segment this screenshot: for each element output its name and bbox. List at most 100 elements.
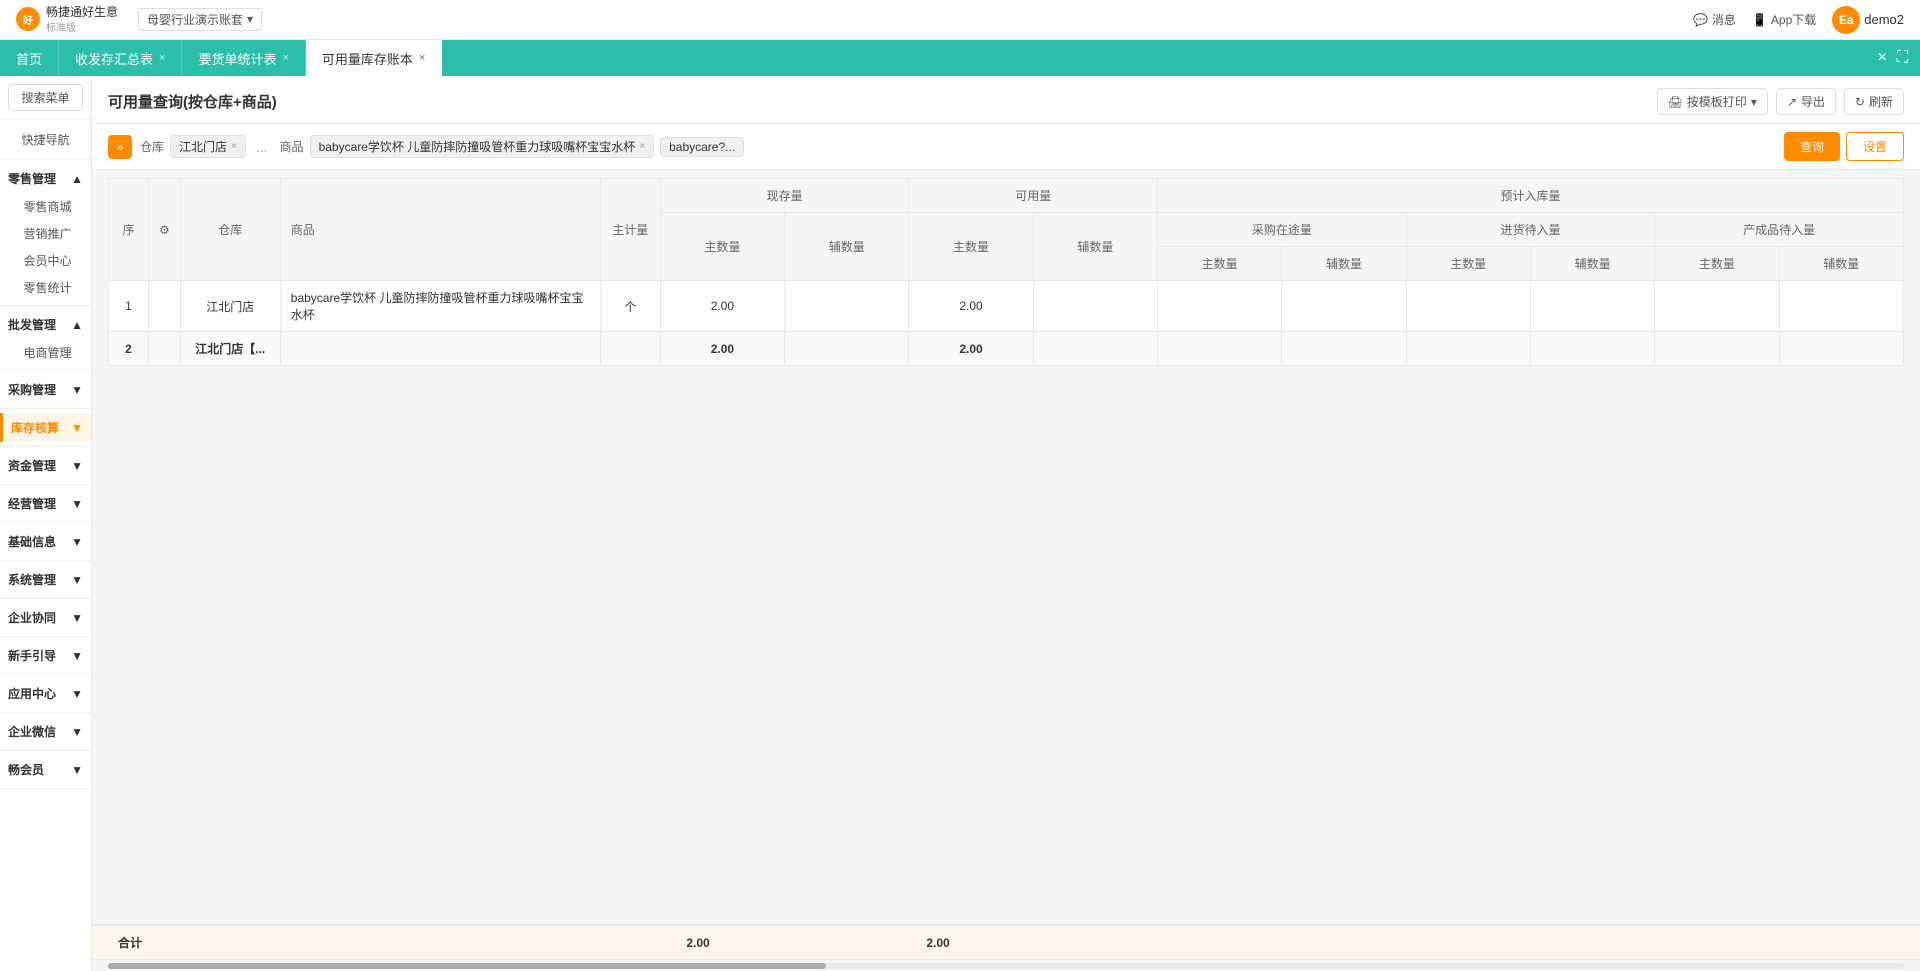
refresh-button[interactable]: ↻ 刷新 [1844, 88, 1904, 115]
product-filter-tag1[interactable]: babycare学饮杯 儿童防摔防撞吸管杯重力球吸嘴杯宝宝水杯 × [310, 135, 655, 158]
sidebar-section-finance-title[interactable]: 资金管理 ▼ [0, 451, 91, 480]
col-header-pp-aux: 辅数量 [1779, 247, 1903, 281]
cell-unit-2 [600, 332, 660, 366]
sidebar-section-appcenter-title[interactable]: 应用中心 ▼ [0, 679, 91, 708]
refresh-label: 刷新 [1869, 93, 1893, 110]
top-bar: 好 畅捷通好生意 标准版 母婴行业演示账套 ▾ 💬 消息 📱 App下载 Ea … [0, 0, 1920, 40]
industry-selector[interactable]: 母婴行业演示账套 ▾ [138, 8, 262, 31]
sidebar-item-members[interactable]: 会员中心 [0, 247, 91, 274]
maximize-icon[interactable]: ⛶ [1893, 49, 1912, 67]
tab-requisition-stats-close[interactable]: × [282, 52, 288, 64]
warehouse-filter-value: 江北门店 [179, 138, 227, 155]
query-button[interactable]: 查询 [1784, 132, 1840, 161]
collapse-icon-2: ▲ [71, 318, 83, 332]
sidebar-item-marketing[interactable]: 营销推广 [0, 220, 91, 247]
warehouse-filter-remove[interactable]: × [231, 141, 237, 152]
sidebar-item-retail-stats[interactable]: 零售统计 [0, 274, 91, 301]
cell-pt-aux-1 [1282, 281, 1406, 332]
tab-available-ledger-close[interactable]: × [419, 52, 425, 64]
collapse-icon: ▲ [71, 172, 83, 186]
product-filter-tag2[interactable]: babycare?... [660, 137, 744, 157]
logo-icon: 好 [16, 7, 40, 31]
sidebar-section-purchase-title[interactable]: 采购管理 ▼ [0, 375, 91, 404]
col-header-avail-main: 主数量 [909, 213, 1033, 281]
cell-unit-1: 个 [600, 281, 660, 332]
tab-home[interactable]: 首页 [0, 40, 59, 76]
content-area: 可用量查询(按仓库+商品) 🖨 按模板打印 ▾ ↗ 导出 ↻ 刷新 [92, 76, 1920, 971]
sidebar: 搜索菜单 快捷导航 零售管理 ▲ 零售商城 营销推广 会员中心 零售统计 批发管… [0, 76, 92, 971]
sidebar-section-appcenter-label: 应用中心 [8, 685, 56, 702]
col-header-purchase-transit: 采购在途量 [1158, 213, 1407, 247]
tab-receipt-summary[interactable]: 收发存汇总表 × [59, 40, 182, 76]
sidebar-section-operations-title[interactable]: 经营管理 ▼ [0, 489, 91, 518]
avatar: Ea [1832, 6, 1860, 34]
export-icon: ↗ [1787, 95, 1797, 109]
footer-label: 合计 [108, 934, 638, 951]
sidebar-section-inventory-title[interactable]: 库存核算 ▼ [0, 413, 91, 442]
sidebar-section-member: 畅会员 ▼ [0, 751, 91, 789]
top-bar-left: 好 畅捷通好生意 标准版 母婴行业演示账套 ▾ [16, 5, 262, 34]
expand-icon-appcenter: ▼ [71, 687, 83, 701]
expand-icon-system: ▼ [71, 573, 83, 587]
print-button[interactable]: 🖨 按模板打印 ▾ [1657, 88, 1768, 115]
cell-pp-aux-1 [1779, 281, 1903, 332]
sidebar-section-retail-title[interactable]: 零售管理 ▲ [0, 164, 91, 193]
tab-available-ledger[interactable]: 可用量库存账本 × [306, 40, 442, 76]
close-all-icon[interactable]: × [1873, 49, 1890, 67]
app-name: 畅捷通好生意 [46, 5, 118, 19]
filter-expand-button[interactable]: » [108, 135, 132, 159]
user-profile[interactable]: Ea demo2 [1832, 6, 1904, 34]
cell-stock-main-1: 2.00 [660, 281, 784, 332]
sidebar-section-basic-label: 基础信息 [8, 533, 56, 550]
cell-ap-main-2 [1406, 332, 1530, 366]
tab-requisition-stats-label: 要货单统计表 [198, 49, 276, 68]
cell-product-1: babycare学饮杯 儿童防摔防撞吸管杯重力球吸嘴杯宝宝水杯 [280, 281, 600, 332]
chevron-right-icon: » [117, 140, 124, 154]
message-icon: 💬 [1693, 13, 1708, 27]
tab-requisition-stats[interactable]: 要货单统计表 × [182, 40, 305, 76]
sidebar-section-finance: 资金管理 ▼ [0, 447, 91, 485]
warehouse-filter-dots[interactable]: ... [252, 139, 272, 155]
sidebar-section-member-title[interactable]: 畅会员 ▼ [0, 755, 91, 784]
top-bar-right: 💬 消息 📱 App下载 Ea demo2 [1693, 6, 1904, 34]
sidebar-item-retail-mall[interactable]: 零售商城 [0, 193, 91, 220]
warehouse-filter-tag[interactable]: 江北门店 × [170, 135, 246, 158]
table-area: 序 ⚙ 仓库 商品 主计量 现存量 可用量 预计入库量 主数量 辅数量 主数量 … [92, 170, 1920, 924]
sidebar-section-enterprise-title[interactable]: 企业协同 ▼ [0, 603, 91, 632]
cell-pt-aux-2 [1282, 332, 1406, 366]
sidebar-item-shortcut[interactable]: 快捷导航 [4, 125, 87, 154]
sidebar-section-wholesale-title[interactable]: 批发管理 ▲ [0, 310, 91, 339]
tab-receipt-summary-close[interactable]: × [159, 52, 165, 64]
cell-settings-1[interactable] [149, 281, 181, 332]
col-header-stock-aux: 辅数量 [785, 213, 909, 281]
export-button[interactable]: ↗ 导出 [1776, 88, 1836, 115]
message-label: 消息 [1712, 11, 1736, 28]
message-button[interactable]: 💬 消息 [1693, 11, 1736, 28]
col-header-pp-main: 主数量 [1655, 247, 1779, 281]
filter-product-group: 商品 babycare学饮杯 儿童防摔防撞吸管杯重力球吸嘴杯宝宝水杯 × bab… [280, 135, 745, 158]
sidebar-item-ecommerce[interactable]: 电商管理 [0, 339, 91, 366]
cell-pp-aux-2 [1779, 332, 1903, 366]
cell-settings-2[interactable] [149, 332, 181, 366]
sidebar-section-wechat-title[interactable]: 企业微信 ▼ [0, 717, 91, 746]
sidebar-section-appcenter: 应用中心 ▼ [0, 675, 91, 713]
product-filter-value1: babycare学饮杯 儿童防摔防撞吸管杯重力球吸嘴杯宝宝水杯 [319, 138, 636, 155]
sidebar-section-enterprise-label: 企业协同 [8, 609, 56, 626]
sidebar-section-basic-title[interactable]: 基础信息 ▼ [0, 527, 91, 556]
search-menu-button[interactable]: 搜索菜单 [8, 84, 83, 111]
expand-icon-ops: ▼ [71, 497, 83, 511]
col-header-settings[interactable]: ⚙ [149, 179, 181, 281]
cell-warehouse-1: 江北门店 [180, 281, 280, 332]
product-filter-remove1[interactable]: × [639, 141, 645, 152]
col-header-current-stock: 现存量 [660, 179, 909, 213]
sidebar-section-newguide-title[interactable]: 新手引导 ▼ [0, 641, 91, 670]
sidebar-section-member-label: 畅会员 [8, 761, 44, 778]
expand-icon-inventory: ▼ [71, 421, 83, 435]
scrollbar-thumb[interactable] [108, 963, 826, 969]
col-header-ap-main: 主数量 [1406, 247, 1530, 281]
settings-button[interactable]: 设置 [1846, 132, 1904, 161]
sidebar-section-system-title[interactable]: 系统管理 ▼ [0, 565, 91, 594]
sidebar-nav: 快捷导航 [0, 120, 91, 160]
app-download-button[interactable]: 📱 App下载 [1752, 11, 1816, 28]
footer-avail-main: 2.00 [878, 936, 998, 950]
